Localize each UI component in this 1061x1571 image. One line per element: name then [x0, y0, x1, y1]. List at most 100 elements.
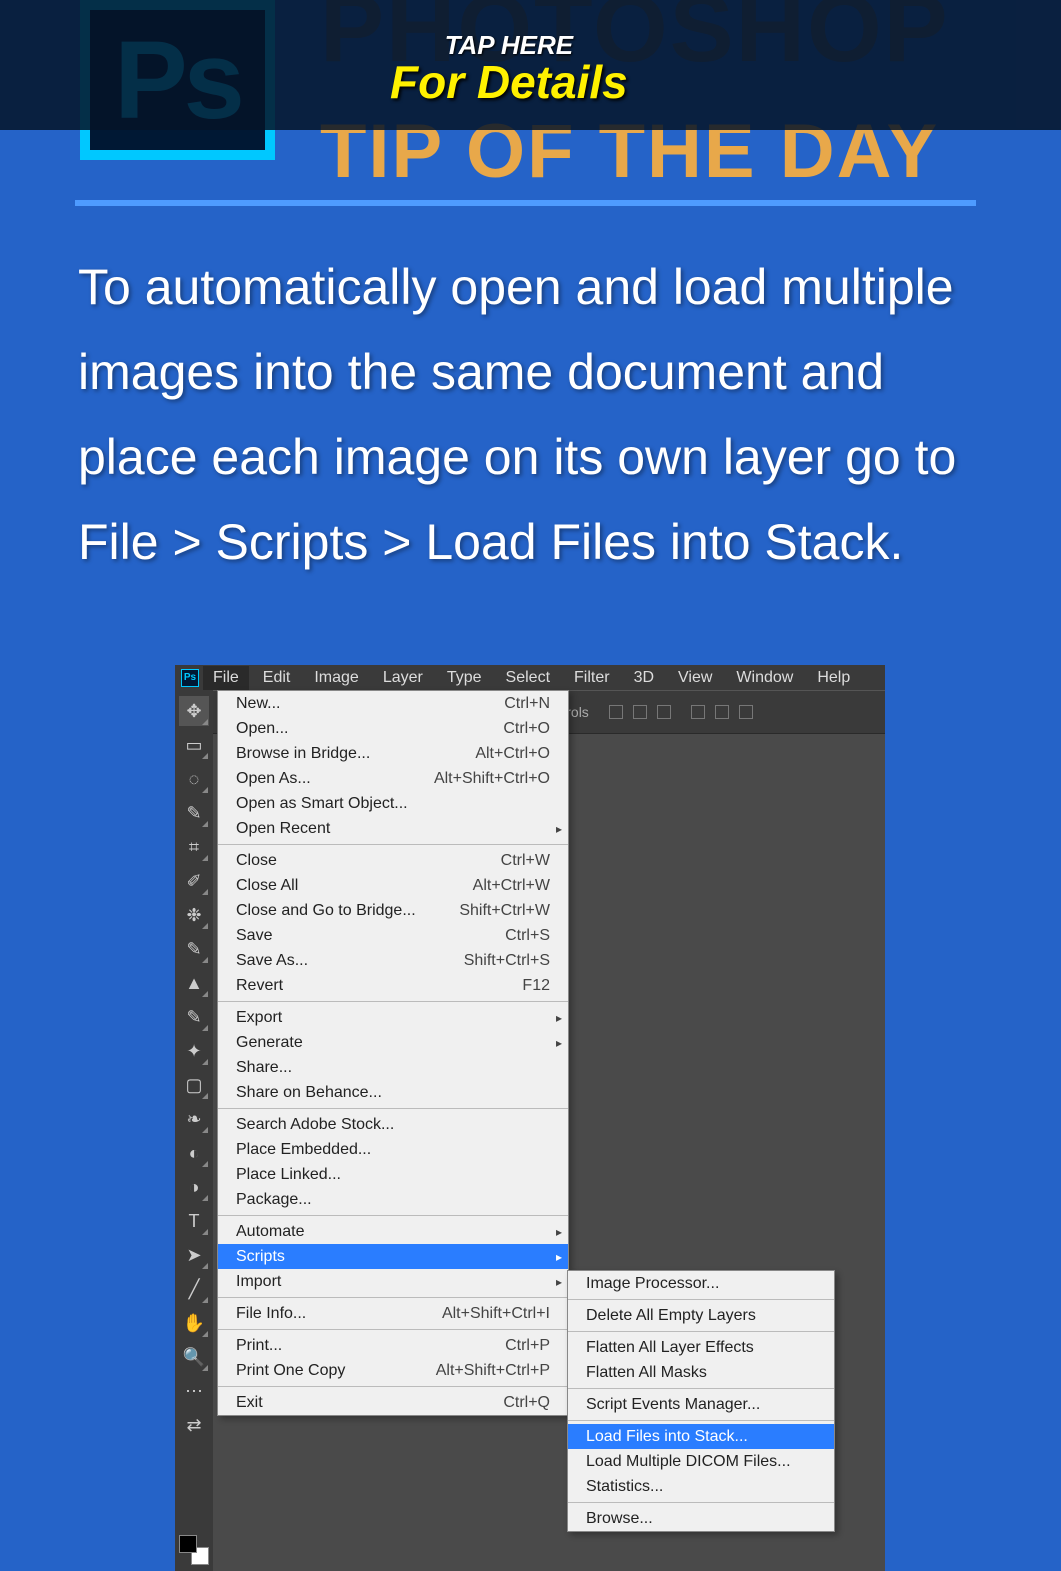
menu-item-label: Export [236, 1009, 282, 1027]
menu-item[interactable]: Load Files into Stack... [568, 1424, 834, 1449]
toolbar: ✥ ▭ ◌ ✎ ⌗ ✐ ❉ ✎ ▲ ✎ ✦ ▢ ❧ ◐ ◑ T ➤ ╱ ✋ 🔍 ⋯ ⇄ [175, 690, 213, 1571]
menu-item[interactable]: Statistics... [568, 1474, 834, 1499]
menu-item-label: Search Adobe Stock... [236, 1116, 394, 1134]
menu-item[interactable]: Place Linked... [218, 1162, 568, 1187]
marquee-tool[interactable]: ▭ [179, 730, 209, 760]
history-brush-tool[interactable]: ✎ [179, 1002, 209, 1032]
menu-item[interactable]: Load Multiple DICOM Files... [568, 1449, 834, 1474]
menu-item[interactable]: Package... [218, 1187, 568, 1212]
menu-item[interactable]: Automate [218, 1219, 568, 1244]
menubar-file[interactable]: File [203, 666, 249, 690]
hand-tool[interactable]: ✋ [179, 1308, 209, 1338]
menu-item[interactable]: RevertF12 [218, 973, 568, 998]
color-swatches[interactable] [179, 1535, 209, 1565]
menu-item-shortcut: Ctrl+Q [503, 1394, 550, 1412]
distribute-icon[interactable] [715, 705, 729, 719]
menu-separator [218, 1001, 568, 1002]
menu-item-label: Automate [236, 1223, 304, 1241]
menubar-window[interactable]: Window [726, 666, 803, 690]
menu-item-shortcut: Alt+Shift+Ctrl+P [436, 1362, 550, 1380]
scripts-submenu: Image Processor... Delete All Empty Layer… [567, 1270, 835, 1532]
menubar-view[interactable]: View [668, 666, 722, 690]
menu-item[interactable]: Scripts [218, 1244, 568, 1269]
menubar-3d[interactable]: 3D [624, 666, 664, 690]
distribute-icon[interactable] [739, 705, 753, 719]
menu-item[interactable]: Search Adobe Stock... [218, 1112, 568, 1137]
menu-item[interactable]: File Info...Alt+Shift+Ctrl+I [218, 1301, 568, 1326]
menu-item[interactable]: Open Recent [218, 816, 568, 841]
dodge-tool[interactable]: ◐ [179, 1138, 209, 1168]
type-tool[interactable]: T [179, 1206, 209, 1236]
menu-item[interactable]: Import [218, 1269, 568, 1294]
menu-item-shortcut: Alt+Shift+Ctrl+I [442, 1305, 550, 1323]
eraser-tool[interactable]: ✦ [179, 1036, 209, 1066]
ps-app-icon: Ps [181, 669, 199, 687]
eyedropper-tool[interactable]: ✐ [179, 866, 209, 896]
lasso-tool[interactable]: ◌ [179, 764, 209, 794]
quick-select-tool[interactable]: ✎ [179, 798, 209, 828]
crop-tool[interactable]: ⌗ [179, 832, 209, 862]
swap-tool[interactable]: ⇄ [179, 1410, 209, 1440]
menu-item[interactable]: CloseCtrl+W [218, 848, 568, 873]
menu-item-label: Close [236, 852, 277, 870]
menu-item[interactable]: Close AllAlt+Ctrl+W [218, 873, 568, 898]
more-tool[interactable]: ⋯ [179, 1376, 209, 1406]
line-tool[interactable]: ╱ [179, 1274, 209, 1304]
cta-overlay[interactable]: TAP HERE For Details [390, 30, 628, 109]
menu-item[interactable]: Place Embedded... [218, 1137, 568, 1162]
menubar-image[interactable]: Image [304, 666, 368, 690]
menu-item-label: Open Recent [236, 820, 330, 838]
menu-item-label: Open... [236, 720, 288, 738]
blur-tool[interactable]: ❧ [179, 1104, 209, 1134]
menu-item[interactable]: Image Processor... [568, 1271, 834, 1296]
menu-item[interactable]: New...Ctrl+N [218, 691, 568, 716]
burn-tool[interactable]: ◑ [179, 1172, 209, 1202]
menu-item-shortcut: Shift+Ctrl+S [464, 952, 550, 970]
menu-separator [218, 1215, 568, 1216]
menu-separator [568, 1388, 834, 1389]
menubar-filter[interactable]: Filter [564, 666, 620, 690]
fg-swatch[interactable] [179, 1535, 197, 1553]
brush-tool[interactable]: ✎ [179, 934, 209, 964]
menu-item-label: Load Multiple DICOM Files... [586, 1453, 791, 1471]
menu-item[interactable]: Save As...Shift+Ctrl+S [218, 948, 568, 973]
align-icon[interactable] [609, 705, 623, 719]
healing-tool[interactable]: ❉ [179, 900, 209, 930]
menubar-help[interactable]: Help [807, 666, 860, 690]
gradient-tool[interactable]: ▢ [179, 1070, 209, 1100]
menu-item[interactable]: Browse... [568, 1506, 834, 1531]
menu-separator [218, 1329, 568, 1330]
menu-item[interactable]: Share on Behance... [218, 1080, 568, 1105]
menubar-edit[interactable]: Edit [253, 666, 301, 690]
align-icon[interactable] [633, 705, 647, 719]
menu-item[interactable]: Close and Go to Bridge...Shift+Ctrl+W [218, 898, 568, 923]
menu-item[interactable]: Generate [218, 1030, 568, 1055]
menu-item[interactable]: Flatten All Layer Effects [568, 1335, 834, 1360]
menu-item[interactable]: ExitCtrl+Q [218, 1390, 568, 1415]
menubar-select[interactable]: Select [496, 666, 560, 690]
menubar-layer[interactable]: Layer [373, 666, 433, 690]
menu-separator [568, 1331, 834, 1332]
menu-item[interactable]: Script Events Manager... [568, 1392, 834, 1417]
menubar-type[interactable]: Type [437, 666, 492, 690]
menu-item[interactable]: SaveCtrl+S [218, 923, 568, 948]
menu-item[interactable]: Print One CopyAlt+Shift+Ctrl+P [218, 1358, 568, 1383]
menu-item-label: Script Events Manager... [586, 1396, 760, 1414]
zoom-tool[interactable]: 🔍 [179, 1342, 209, 1372]
menu-item[interactable]: Export [218, 1005, 568, 1030]
menu-item[interactable]: Open...Ctrl+O [218, 716, 568, 741]
menu-item-label: Share on Behance... [236, 1084, 382, 1102]
menu-item[interactable]: Open as Smart Object... [218, 791, 568, 816]
path-tool[interactable]: ➤ [179, 1240, 209, 1270]
menu-item[interactable]: Open As...Alt+Shift+Ctrl+O [218, 766, 568, 791]
menu-item[interactable]: Browse in Bridge...Alt+Ctrl+O [218, 741, 568, 766]
menu-item[interactable]: Share... [218, 1055, 568, 1080]
stamp-tool[interactable]: ▲ [179, 968, 209, 998]
move-tool[interactable]: ✥ [179, 696, 209, 726]
menu-item[interactable]: Print...Ctrl+P [218, 1333, 568, 1358]
distribute-icon[interactable] [691, 705, 705, 719]
menu-item[interactable]: Flatten All Masks [568, 1360, 834, 1385]
align-icon[interactable] [657, 705, 671, 719]
menu-item-label: Revert [236, 977, 283, 995]
menu-item[interactable]: Delete All Empty Layers [568, 1303, 834, 1328]
